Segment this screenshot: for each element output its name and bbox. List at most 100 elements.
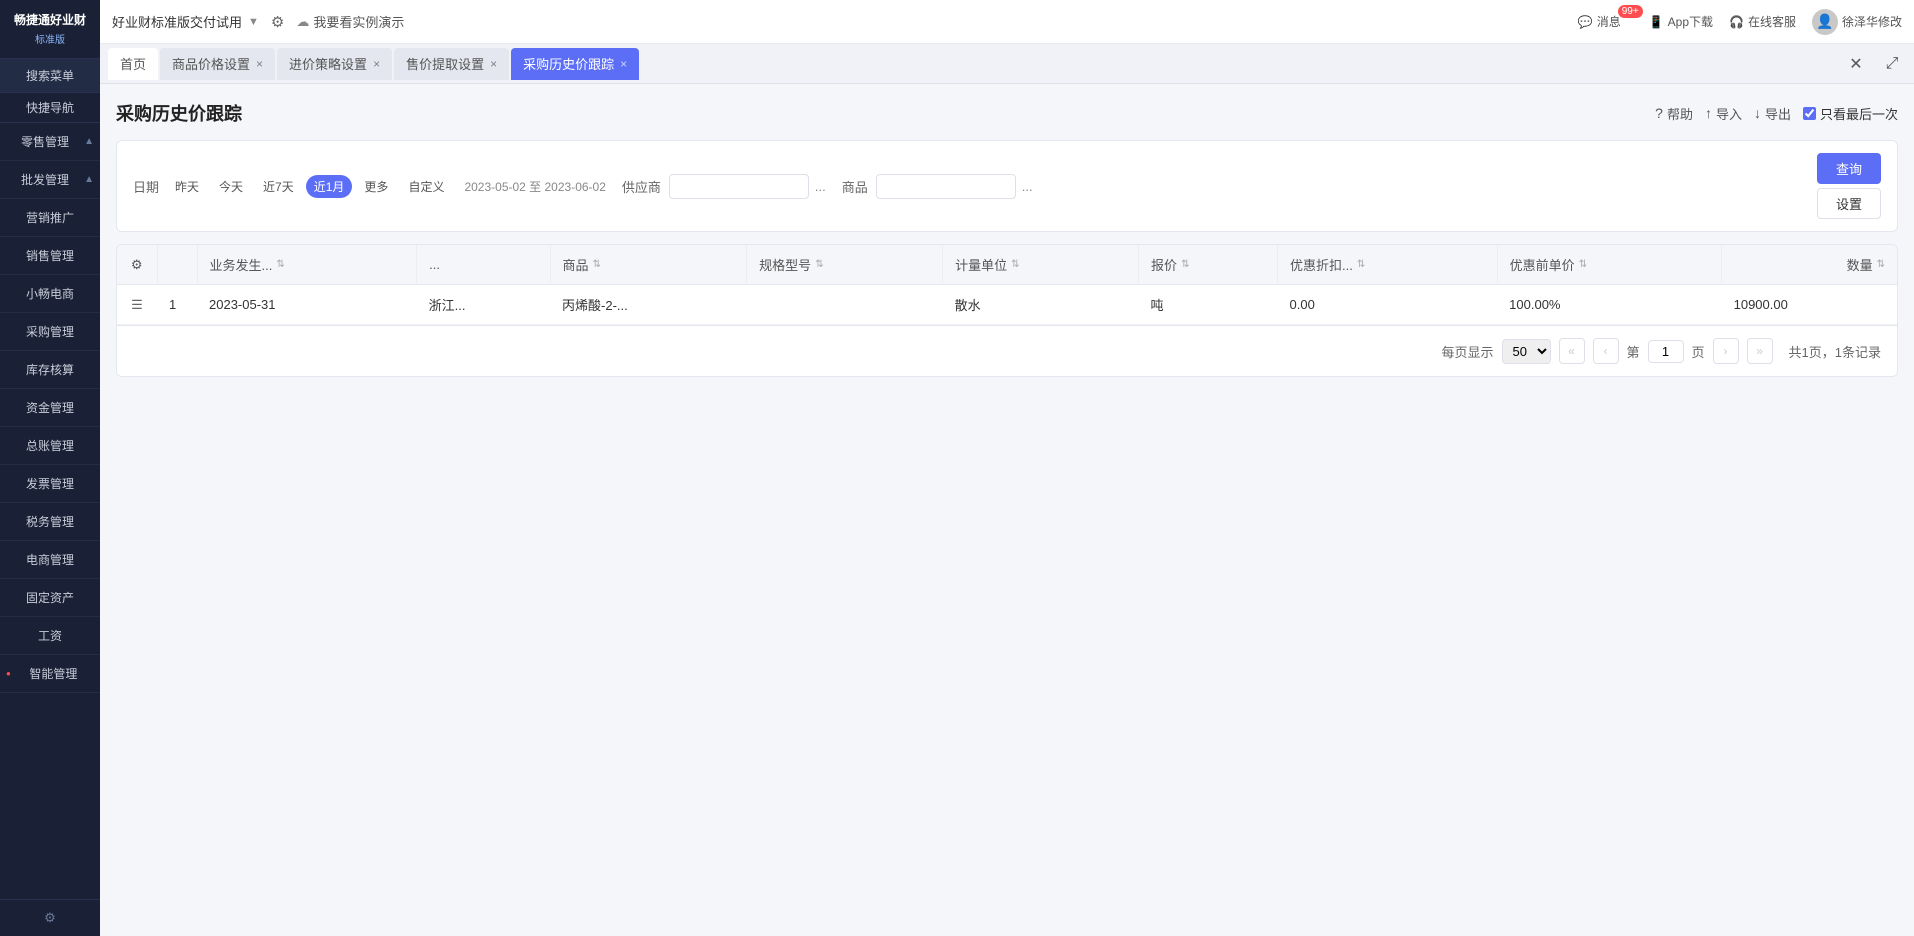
td-quoted-price: 0.00: [1278, 285, 1498, 325]
th-prediscount-price[interactable]: 优惠前单价 ⇅: [1497, 245, 1721, 285]
sidebar-item-finance[interactable]: 资金管理: [0, 389, 100, 427]
topbar: 好业财标准版交付试用 ▼ ⚙ ☁ 我要看实例演示 💬 消息 99+ 📱 App下…: [100, 0, 1914, 44]
close-icon[interactable]: ×: [256, 57, 263, 71]
tab-sale-price[interactable]: 售价提取设置 ×: [394, 48, 509, 80]
settings-btn[interactable]: 设置: [1817, 188, 1881, 219]
topbar-gear-icon[interactable]: ⚙: [271, 13, 284, 31]
messages-btn[interactable]: 💬 消息 99+: [1578, 13, 1633, 30]
export-btn[interactable]: ↓ 导出: [1754, 104, 1791, 123]
last-only-checkbox-label[interactable]: 只看最后一次: [1803, 104, 1898, 123]
date-more-btn[interactable]: 更多: [356, 175, 396, 198]
sidebar-logo: 畅捷通好业财 标准版: [0, 0, 100, 59]
sort-icon: ⇅: [276, 260, 284, 270]
topbar-version-selector[interactable]: 好业财标准版交付试用 ▼: [112, 12, 259, 31]
sort-icon: ⇅: [1579, 260, 1587, 270]
th-prediscount-label: 优惠前单价: [1510, 255, 1575, 274]
sidebar-item-wholesale[interactable]: 批发管理 ▲: [0, 161, 100, 199]
tabbar-actions: ✕ ⤢: [1842, 50, 1906, 78]
th-gear[interactable]: ⚙: [117, 245, 157, 285]
date-yesterday-btn[interactable]: 昨天: [167, 175, 207, 198]
supplier-ellipsis-btn[interactable]: ...: [815, 179, 826, 194]
query-btn[interactable]: 查询: [1817, 153, 1881, 184]
data-table: ⚙ 业务发生... ⇅ ...: [117, 245, 1897, 325]
expand-icon[interactable]: ⤢: [1878, 50, 1906, 78]
pagination: 每页显示 50 « ‹ 第 页 › » 共1页，1条记录: [117, 325, 1897, 376]
first-page-btn[interactable]: «: [1559, 338, 1585, 364]
close-icon[interactable]: ×: [490, 57, 497, 71]
last-only-checkbox[interactable]: [1803, 107, 1816, 120]
close-window-btn[interactable]: ✕: [1842, 50, 1870, 78]
sidebar-item-ecommerce[interactable]: 电商管理: [0, 541, 100, 579]
date-custom-btn[interactable]: 自定义: [400, 175, 452, 198]
page-of-label: 第: [1627, 342, 1640, 361]
table-header-row: ⚙ 业务发生... ⇅ ...: [117, 245, 1897, 285]
date-last7-btn[interactable]: 近7天: [255, 175, 302, 198]
th-more[interactable]: ...: [417, 245, 550, 285]
last-page-btn[interactable]: »: [1747, 338, 1773, 364]
retail-arrow: ▲: [84, 136, 94, 147]
next-page-btn[interactable]: ›: [1713, 338, 1739, 364]
close-icon[interactable]: ×: [373, 57, 380, 71]
th-spec-label: 规格型号: [759, 255, 811, 274]
page-input[interactable]: [1648, 340, 1684, 363]
help-btn[interactable]: ? 帮助: [1655, 104, 1693, 123]
goods-input[interactable]: [876, 174, 1016, 199]
sidebar-item-tax[interactable]: 税务管理: [0, 503, 100, 541]
td-settings[interactable]: ☰: [117, 285, 157, 325]
sidebar-item-ecommerce-small[interactable]: 小畅电商: [0, 275, 100, 313]
sidebar-settings-btn[interactable]: ⚙: [0, 899, 100, 936]
date-today-btn[interactable]: 今天: [211, 175, 251, 198]
th-spec[interactable]: 规格型号 ⇅: [747, 245, 943, 285]
sidebar-item-retail[interactable]: 零售管理 ▲: [0, 123, 100, 161]
page-size-select[interactable]: 50: [1502, 339, 1551, 364]
sort-icon: ⇅: [1877, 260, 1885, 270]
app-download-btn[interactable]: 📱 App下载: [1649, 13, 1713, 30]
th-quantity[interactable]: 数量 ⇅: [1722, 245, 1897, 285]
sidebar-item-invoice[interactable]: 发票管理: [0, 465, 100, 503]
sidebar-item-sales[interactable]: 销售管理: [0, 237, 100, 275]
th-date[interactable]: 业务发生... ⇅: [197, 245, 417, 285]
th-goods[interactable]: 商品 ⇅: [550, 245, 747, 285]
sort-icon: ⇅: [1357, 260, 1365, 270]
sidebar-item-smart[interactable]: 智能管理: [0, 655, 100, 693]
app-icon: 📱: [1649, 15, 1664, 29]
sidebar-search[interactable]: 搜索菜单: [0, 59, 100, 93]
prev-page-btn[interactable]: ‹: [1593, 338, 1619, 364]
td-price-unit: 吨: [1139, 285, 1278, 325]
td-index: 1: [157, 285, 197, 325]
td-date: 2023-05-31: [197, 285, 417, 325]
th-discount[interactable]: 优惠折扣... ⇅: [1278, 245, 1498, 285]
sidebar-item-inventory[interactable]: 库存核算: [0, 351, 100, 389]
td-spec: [747, 285, 943, 325]
topbar-demo-btn[interactable]: ☁ 我要看实例演示: [296, 12, 404, 31]
th-unit[interactable]: 计量单位 ⇅: [943, 245, 1139, 285]
supplier-input[interactable]: [669, 174, 809, 199]
sidebar-item-assets[interactable]: 固定资产: [0, 579, 100, 617]
date-last1m-btn[interactable]: 近1月: [306, 175, 353, 198]
import-btn[interactable]: ↑ 导入: [1705, 104, 1742, 123]
tabbar: 首页 商品价格设置 × 进价策略设置 × 售价提取设置 × 采购历史价跟踪 × …: [100, 44, 1914, 84]
import-icon: ↑: [1705, 105, 1712, 121]
th-price[interactable]: 报价 ⇅: [1139, 245, 1278, 285]
tab-price[interactable]: 商品价格设置 ×: [160, 48, 275, 80]
page-header: 采购历史价跟踪 ? 帮助 ↑ 导入 ↓ 导出 只看最后一次: [116, 100, 1898, 126]
tab-history-price[interactable]: 采购历史价跟踪 ×: [511, 48, 639, 80]
online-service-btn[interactable]: 🎧 在线客服: [1729, 13, 1796, 30]
row-gear-icon: ☰: [131, 297, 143, 312]
goods-ellipsis-btn[interactable]: ...: [1022, 179, 1033, 194]
sidebar-item-marketing[interactable]: 营销推广: [0, 199, 100, 237]
tab-purchase-strategy[interactable]: 进价策略设置 ×: [277, 48, 392, 80]
goods-filter-group: 商品 ...: [842, 174, 1033, 199]
close-icon[interactable]: ×: [620, 57, 627, 71]
topbar-version-text: 好业财标准版交付试用: [112, 12, 242, 31]
sidebar-item-ledger[interactable]: 总账管理: [0, 427, 100, 465]
tab-home[interactable]: 首页: [108, 48, 158, 80]
page-size-label: 每页显示: [1441, 342, 1493, 361]
sidebar-quicknav[interactable]: 快捷导航: [0, 93, 100, 123]
sidebar-item-purchase[interactable]: 采购管理: [0, 313, 100, 351]
tab-price-label: 商品价格设置: [172, 54, 250, 73]
sidebar-item-salary[interactable]: 工资: [0, 617, 100, 655]
user-profile-btn[interactable]: 👤 徐泽华修改: [1812, 9, 1902, 35]
message-icon: 💬: [1578, 15, 1593, 29]
main-area: 好业财标准版交付试用 ▼ ⚙ ☁ 我要看实例演示 💬 消息 99+ 📱 App下…: [100, 0, 1914, 936]
